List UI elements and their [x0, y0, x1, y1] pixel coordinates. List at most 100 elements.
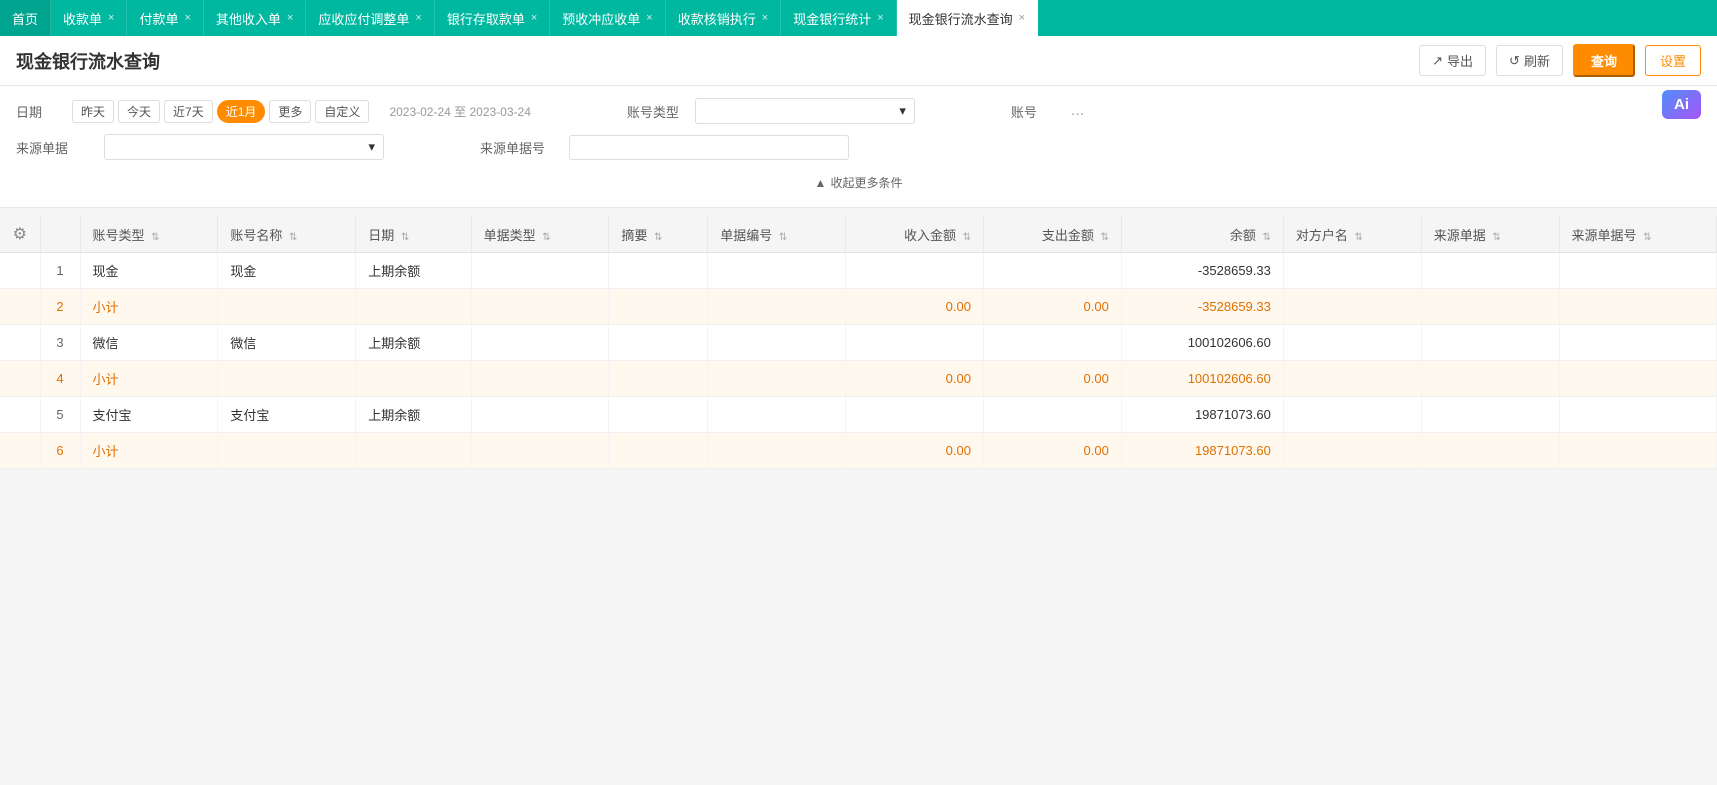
row-docNo [708, 361, 846, 397]
nav-other-income[interactable]: 其他收入单 × [204, 0, 306, 36]
row-docType [471, 325, 609, 361]
row-sourceDoc [1421, 289, 1559, 325]
row-balance: -3528659.33 [1121, 253, 1283, 289]
row-expense [983, 253, 1121, 289]
row-docType [471, 361, 609, 397]
close-icon[interactable]: × [184, 12, 190, 24]
close-icon[interactable]: × [108, 12, 114, 24]
source-doc-select[interactable]: ▾ [104, 134, 384, 160]
th-source-doc-no[interactable]: 来源单据号 ⇅ [1559, 216, 1716, 253]
row-summary [609, 253, 708, 289]
nav-home[interactable]: 首页 [0, 0, 51, 36]
data-table-container: ⚙ 账号类型 ⇅ 账号名称 ⇅ 日期 ⇅ 单据类型 ⇅ 摘要 ⇅ 单据编号 ⇅ … [0, 216, 1717, 469]
th-account-type[interactable]: 账号类型 ⇅ [80, 216, 218, 253]
row-docNo [708, 289, 846, 325]
row-num: 6 [40, 433, 80, 469]
date-today[interactable]: 今天 [118, 100, 160, 123]
date-custom[interactable]: 自定义 [315, 100, 369, 123]
row-counterpart [1283, 253, 1421, 289]
row-expense: 0.00 [983, 361, 1121, 397]
row-expense [983, 325, 1121, 361]
row-income: 0.00 [846, 361, 984, 397]
date-more[interactable]: 更多 [269, 100, 311, 123]
row-sourceDocNo [1559, 361, 1716, 397]
row-gear [0, 289, 40, 325]
source-doc-label: 来源单据 [16, 138, 68, 157]
th-date[interactable]: 日期 ⇅ [356, 216, 471, 253]
sort-icon: ⇅ [401, 232, 409, 243]
sort-icon: ⇅ [1643, 232, 1651, 243]
sort-icon: ⇅ [1262, 232, 1270, 243]
date-1month[interactable]: 近1月 [217, 100, 266, 123]
refresh-button[interactable]: ↺ 刷新 [1496, 45, 1563, 76]
row-balance: 19871073.60 [1121, 397, 1283, 433]
row-docType [471, 433, 609, 469]
th-summary[interactable]: 摘要 ⇅ [609, 216, 708, 253]
nav-payments[interactable]: 付款单 × [127, 0, 203, 36]
nav-receipts[interactable]: 收款单 × [51, 0, 127, 36]
th-expense[interactable]: 支出金额 ⇅ [983, 216, 1121, 253]
row-counterpart [1283, 397, 1421, 433]
row-sourceDocNo [1559, 397, 1716, 433]
th-doc-type[interactable]: 单据类型 ⇅ [471, 216, 609, 253]
th-account-name[interactable]: 账号名称 ⇅ [218, 216, 356, 253]
row-accountType: 小计 [80, 289, 218, 325]
row-docNo [708, 433, 846, 469]
row-summary [609, 361, 708, 397]
table-row: 6小计0.000.0019871073.60 [0, 433, 1717, 469]
th-income[interactable]: 收入金额 ⇅ [846, 216, 984, 253]
row-accountName: 微信 [218, 325, 356, 361]
nav-prepayment[interactable]: 预收冲应收单 × [550, 0, 665, 36]
th-counterpart[interactable]: 对方户名 ⇅ [1283, 216, 1421, 253]
row-expense: 0.00 [983, 289, 1121, 325]
settings-button[interactable]: 设置 [1645, 45, 1701, 76]
row-counterpart [1283, 361, 1421, 397]
nav-bank-deposit[interactable]: 银行存取款单 × [435, 0, 550, 36]
row-balance: 19871073.60 [1121, 433, 1283, 469]
account-dots[interactable]: ... [1067, 102, 1088, 120]
collapse-bar[interactable]: ▲ 收起更多条件 [16, 170, 1701, 195]
export-button[interactable]: ↗ 导出 [1419, 45, 1486, 76]
row-docType [471, 253, 609, 289]
row-summary [609, 325, 708, 361]
nav-cash-bank-stat[interactable]: 现金银行统计 × [781, 0, 896, 36]
table-row: 2小计0.000.00-3528659.33 [0, 289, 1717, 325]
source-doc-num-input[interactable] [569, 135, 849, 160]
table-header-row: ⚙ 账号类型 ⇅ 账号名称 ⇅ 日期 ⇅ 单据类型 ⇅ 摘要 ⇅ 单据编号 ⇅ … [0, 216, 1717, 253]
date-yesterday[interactable]: 昨天 [72, 100, 114, 123]
gear-icon[interactable]: ⚙ [13, 226, 27, 243]
source-doc-num-label: 来源单据号 [480, 138, 545, 157]
date-7days[interactable]: 近7天 [164, 100, 213, 123]
account-type-select[interactable]: ▾ [695, 98, 915, 124]
nav-collection-exec[interactable]: 收款核销执行 × [666, 0, 781, 36]
row-balance: 100102606.60 [1121, 361, 1283, 397]
close-icon[interactable]: × [287, 12, 293, 24]
close-icon[interactable]: × [762, 12, 768, 24]
close-icon[interactable]: × [646, 12, 652, 24]
row-sourceDoc [1421, 433, 1559, 469]
close-icon[interactable]: × [531, 12, 537, 24]
row-accountName [218, 361, 356, 397]
close-icon[interactable]: × [415, 12, 421, 24]
chevron-up-icon: ▲ [815, 176, 827, 190]
row-sourceDoc [1421, 253, 1559, 289]
close-icon[interactable]: × [1019, 12, 1025, 24]
th-source-doc[interactable]: 来源单据 ⇅ [1421, 216, 1559, 253]
row-num: 1 [40, 253, 80, 289]
row-accountName: 现金 [218, 253, 356, 289]
row-accountName [218, 289, 356, 325]
th-doc-no[interactable]: 单据编号 ⇅ [708, 216, 846, 253]
row-sourceDoc [1421, 361, 1559, 397]
filter-row-source: 来源单据 ▾ 来源单据号 [16, 134, 1701, 160]
th-num [40, 216, 80, 253]
query-button[interactable]: 查询 [1573, 44, 1635, 77]
row-gear [0, 325, 40, 361]
close-icon[interactable]: × [877, 12, 883, 24]
ai-badge[interactable]: Ai [1662, 90, 1701, 119]
row-counterpart [1283, 433, 1421, 469]
row-summary [609, 433, 708, 469]
nav-cash-bank-flow[interactable]: 现金银行流水查询 × [897, 0, 1038, 36]
account-type-label: 账号类型 [627, 102, 679, 121]
th-balance[interactable]: 余额 ⇅ [1121, 216, 1283, 253]
nav-adjustment[interactable]: 应收应付调整单 × [306, 0, 434, 36]
